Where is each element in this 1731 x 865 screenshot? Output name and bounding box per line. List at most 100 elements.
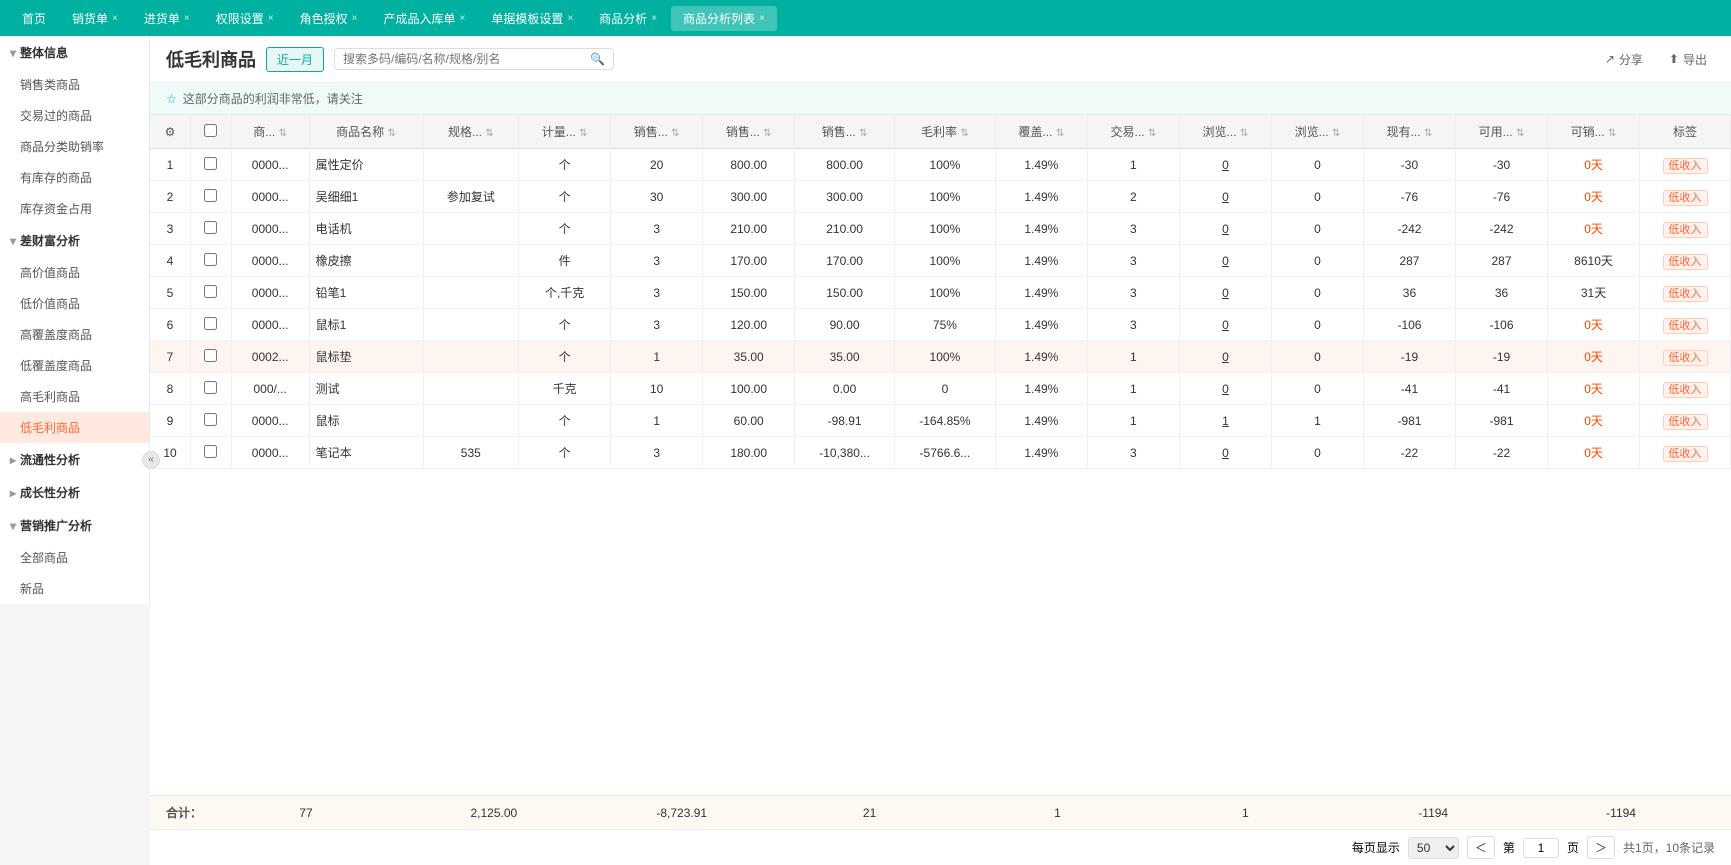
row-checkbox[interactable] bbox=[204, 253, 217, 266]
th-sellable[interactable]: 可销... ⇅ bbox=[1548, 115, 1640, 149]
th-transactions[interactable]: 交易... ⇅ bbox=[1087, 115, 1179, 149]
search-icon[interactable]: 🔍 bbox=[590, 52, 605, 66]
cell-views2: 0 bbox=[1271, 373, 1363, 405]
th-views1[interactable]: 浏览... ⇅ bbox=[1179, 115, 1271, 149]
cell-checkbox[interactable] bbox=[191, 245, 232, 277]
row-checkbox[interactable] bbox=[204, 445, 217, 458]
cell-views1[interactable]: 0 bbox=[1179, 437, 1271, 469]
sidebar-item-capital[interactable]: 库存资金占用 bbox=[0, 193, 149, 224]
cell-views1[interactable]: 0 bbox=[1179, 181, 1271, 213]
nav-analysis-list[interactable]: 商品分析列表 × bbox=[671, 6, 777, 31]
page-number-input[interactable] bbox=[1523, 838, 1559, 858]
nav-analysis[interactable]: 商品分析 × bbox=[587, 6, 669, 31]
cell-checkbox[interactable] bbox=[191, 309, 232, 341]
cell-checkbox[interactable] bbox=[191, 341, 232, 373]
nav-purchase[interactable]: 进货单 × bbox=[132, 6, 202, 31]
nav-home[interactable]: 首页 bbox=[10, 6, 58, 31]
page-size-select[interactable]: 50 100 200 bbox=[1408, 837, 1459, 859]
cell-checkbox[interactable] bbox=[191, 373, 232, 405]
row-checkbox[interactable] bbox=[204, 157, 217, 170]
nav-inventory[interactable]: 产成品入库单 × bbox=[371, 6, 477, 31]
sidebar-group-growth[interactable]: ▸ 成长性分析 bbox=[0, 476, 149, 509]
th-sales-amount[interactable]: 销售... ⇅ bbox=[795, 115, 895, 149]
th-available[interactable]: 可用... ⇅ bbox=[1455, 115, 1547, 149]
sidebar-item-stocked-goods[interactable]: 有库存的商品 bbox=[0, 162, 149, 193]
th-unit[interactable]: 计量... ⇅ bbox=[519, 115, 611, 149]
cell-sellable: 0天 bbox=[1548, 405, 1640, 437]
cell-sales-amount: -10,380... bbox=[795, 437, 895, 469]
sidebar-item-all-goods[interactable]: 全部商品 bbox=[0, 542, 149, 573]
close-icon[interactable]: × bbox=[184, 13, 190, 24]
tag-badge: 低收入 bbox=[1663, 158, 1708, 174]
nav-templates[interactable]: 单据模板设置 × bbox=[479, 6, 585, 31]
close-icon[interactable]: × bbox=[759, 13, 765, 24]
cell-views1[interactable]: 0 bbox=[1179, 149, 1271, 181]
sidebar-group-marketing[interactable]: ▾ 营销推广分析 bbox=[0, 509, 149, 542]
prev-page-button[interactable]: ＜ bbox=[1467, 836, 1495, 859]
select-all-checkbox[interactable] bbox=[204, 124, 217, 137]
sidebar-group-value-analysis[interactable]: ▾ 差财富分析 bbox=[0, 224, 149, 257]
cell-views1[interactable]: 1 bbox=[1179, 405, 1271, 437]
row-checkbox[interactable] bbox=[204, 221, 217, 234]
sidebar-item-high-value[interactable]: 高价值商品 bbox=[0, 257, 149, 288]
row-checkbox[interactable] bbox=[204, 413, 217, 426]
close-icon[interactable]: × bbox=[567, 13, 573, 24]
search-input[interactable] bbox=[343, 52, 590, 66]
row-checkbox[interactable] bbox=[204, 381, 217, 394]
sidebar-item-high-margin[interactable]: 高毛利商品 bbox=[0, 381, 149, 412]
th-current-stock[interactable]: 现有... ⇅ bbox=[1363, 115, 1455, 149]
nav-permissions[interactable]: 权限设置 × bbox=[204, 6, 286, 31]
sidebar-item-traded-goods[interactable]: 交易过的商品 bbox=[0, 100, 149, 131]
filter-recent-month-button[interactable]: 近一月 bbox=[266, 47, 324, 72]
cell-views1[interactable]: 0 bbox=[1179, 309, 1271, 341]
row-checkbox[interactable] bbox=[204, 189, 217, 202]
th-coverage[interactable]: 覆盖... ⇅ bbox=[995, 115, 1087, 149]
th-settings[interactable]: ⚙ bbox=[150, 115, 191, 149]
th-tag[interactable]: 标签 bbox=[1640, 115, 1731, 149]
th-code[interactable]: 商... ⇅ bbox=[231, 115, 309, 149]
row-checkbox[interactable] bbox=[204, 317, 217, 330]
row-checkbox[interactable] bbox=[204, 285, 217, 298]
sidebar-collapse-button[interactable]: « bbox=[142, 451, 160, 469]
th-name[interactable]: 商品名称 ⇅ bbox=[309, 115, 423, 149]
share-button[interactable]: ↗ 分享 bbox=[1597, 47, 1651, 72]
nav-sales[interactable]: 销货单 × bbox=[60, 6, 130, 31]
cell-views1[interactable]: 0 bbox=[1179, 213, 1271, 245]
th-gross-margin[interactable]: 毛利率 ⇅ bbox=[894, 115, 995, 149]
cell-checkbox[interactable] bbox=[191, 405, 232, 437]
th-spec[interactable]: 规格... ⇅ bbox=[423, 115, 519, 149]
close-icon[interactable]: × bbox=[352, 13, 358, 24]
cell-checkbox[interactable] bbox=[191, 277, 232, 309]
sidebar-item-high-coverage[interactable]: 高覆盖度商品 bbox=[0, 319, 149, 350]
sidebar-item-low-value[interactable]: 低价值商品 bbox=[0, 288, 149, 319]
sidebar-item-new-goods[interactable]: 新品 bbox=[0, 573, 149, 604]
cell-views1[interactable]: 0 bbox=[1179, 245, 1271, 277]
sidebar-item-low-coverage[interactable]: 低覆盖度商品 bbox=[0, 350, 149, 381]
th-sales-qty[interactable]: 销售... ⇅ bbox=[611, 115, 703, 149]
th-sales-price[interactable]: 销售... ⇅ bbox=[703, 115, 795, 149]
close-icon[interactable]: × bbox=[651, 13, 657, 24]
row-checkbox[interactable] bbox=[204, 349, 217, 362]
sidebar-item-sales-goods[interactable]: 销售类商品 bbox=[0, 69, 149, 100]
sidebar-item-low-margin[interactable]: 低毛利商品 bbox=[0, 412, 149, 443]
next-page-button[interactable]: ＞ bbox=[1587, 836, 1615, 859]
cell-checkbox[interactable] bbox=[191, 213, 232, 245]
cell-checkbox[interactable] bbox=[191, 181, 232, 213]
cell-checkbox[interactable] bbox=[191, 149, 232, 181]
nav-roles[interactable]: 角色授权 × bbox=[288, 6, 370, 31]
cell-views1[interactable]: 0 bbox=[1179, 373, 1271, 405]
sidebar-group-liquidity[interactable]: ▸ 流通性分析 bbox=[0, 443, 149, 476]
sidebar-item-category-rate[interactable]: 商品分类助销率 bbox=[0, 131, 149, 162]
th-views2[interactable]: 浏览... ⇅ bbox=[1271, 115, 1363, 149]
cell-views1[interactable]: 0 bbox=[1179, 277, 1271, 309]
data-table-wrapper[interactable]: ⚙ 商... ⇅ 商品名称 ⇅ 规格... ⇅ 计量... ⇅ 销售... ⇅ … bbox=[150, 115, 1731, 795]
close-icon[interactable]: × bbox=[112, 13, 118, 24]
sidebar-group-overall[interactable]: ▾ 整体信息 bbox=[0, 36, 149, 69]
cell-views1[interactable]: 0 bbox=[1179, 341, 1271, 373]
export-button[interactable]: ⬆ 导出 bbox=[1661, 47, 1715, 72]
cell-code: 0000... bbox=[231, 149, 309, 181]
close-icon[interactable]: × bbox=[459, 13, 465, 24]
cell-checkbox[interactable] bbox=[191, 437, 232, 469]
close-icon[interactable]: × bbox=[268, 13, 274, 24]
th-checkbox[interactable] bbox=[191, 115, 232, 149]
